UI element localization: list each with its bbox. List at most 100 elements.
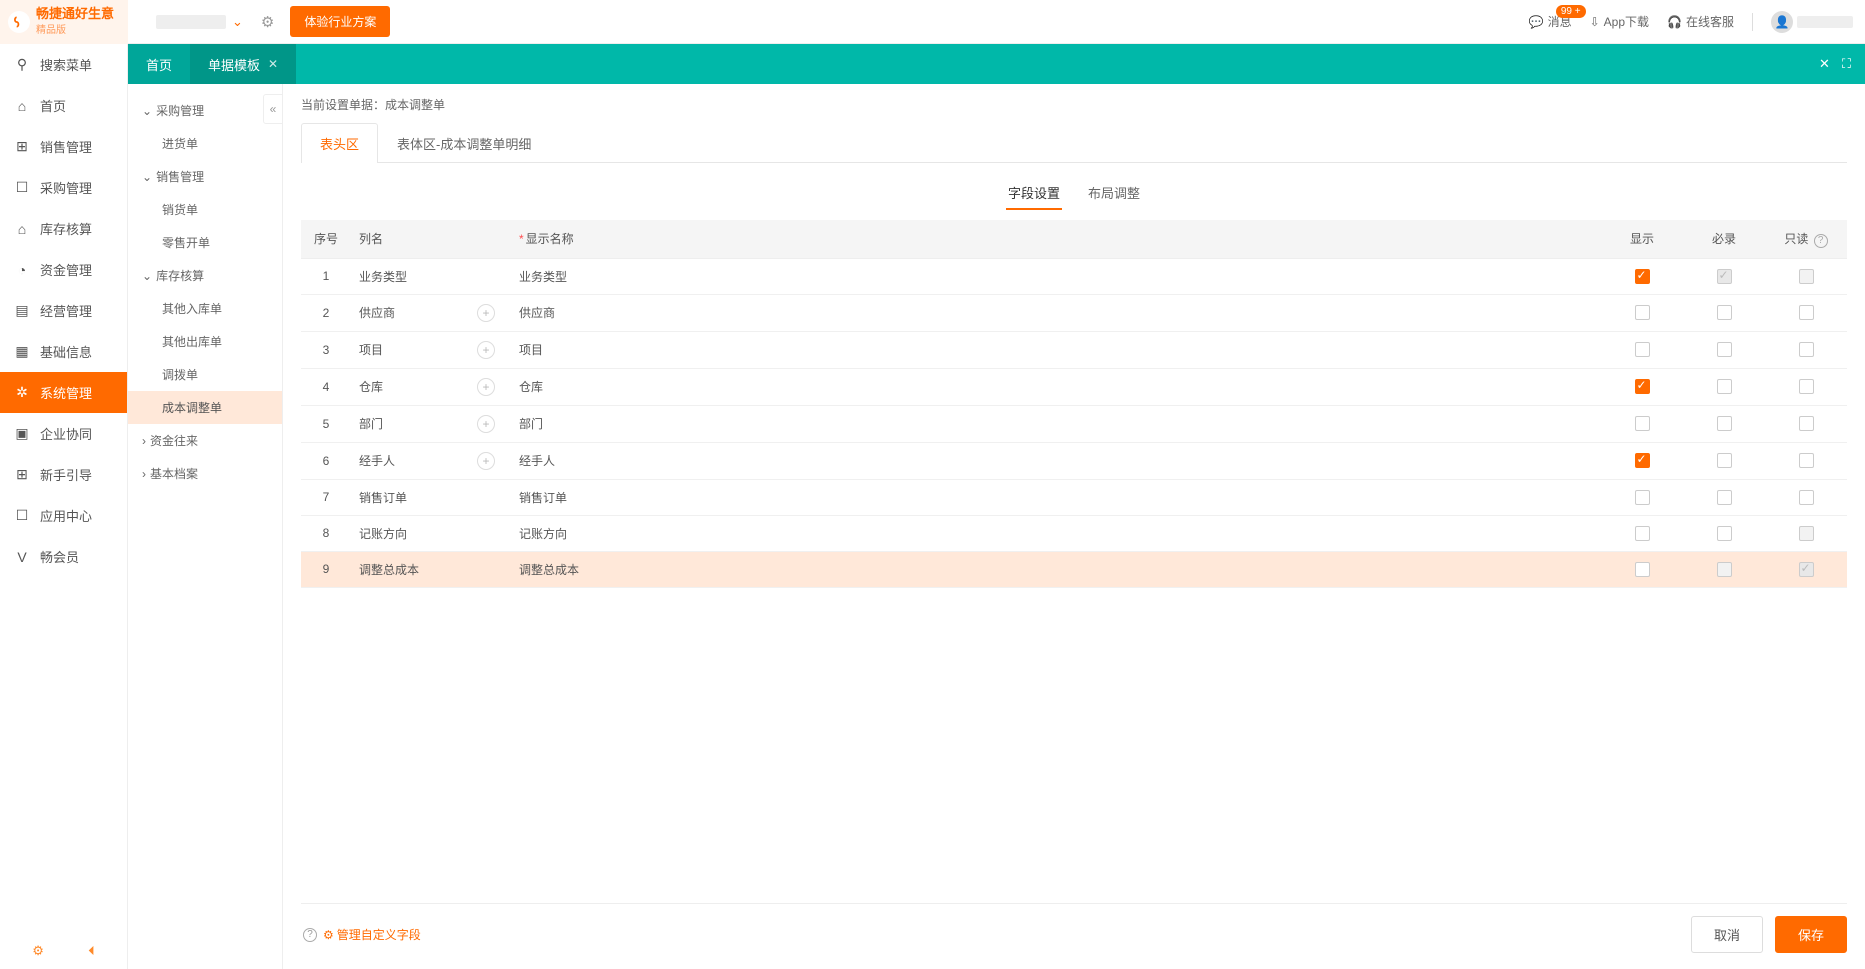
plus-icon[interactable]: + [477, 304, 495, 322]
close-icon[interactable]: ✕ [268, 57, 278, 71]
cell-display[interactable]: 记账方向 [511, 515, 1601, 551]
tab-home[interactable]: 首页 [128, 44, 190, 84]
gear-icon[interactable]: ⚙ [261, 13, 274, 31]
cancel-button[interactable]: 取消 [1691, 916, 1763, 953]
checkbox-readonly[interactable] [1799, 379, 1814, 394]
checkbox-show[interactable] [1635, 269, 1650, 284]
nav-home[interactable]: ⌂首页 [0, 85, 127, 126]
checkbox-required[interactable] [1717, 526, 1732, 541]
company-select[interactable]: ⌄ [148, 10, 251, 34]
nav-search-label: 搜索菜单 [40, 55, 92, 74]
cell-display[interactable]: 供应商 [511, 294, 1601, 331]
messages-button[interactable]: 💬 消息 99 + [1529, 13, 1572, 30]
checkbox-required[interactable] [1717, 490, 1732, 505]
app-download-button[interactable]: ⇩ App下载 [1590, 13, 1649, 30]
collapse-sub-sidebar-icon[interactable]: « [263, 94, 283, 124]
checkbox-readonly[interactable] [1799, 490, 1814, 505]
checkbox-show[interactable] [1635, 453, 1650, 468]
inner-tab[interactable]: 表头区 [301, 123, 378, 163]
checkbox-required[interactable] [1717, 416, 1732, 431]
checkbox-required[interactable] [1717, 342, 1732, 357]
nav-guide[interactable]: ⊞新手引导 [0, 454, 127, 495]
sub-group[interactable]: ⌄采购管理 [128, 94, 282, 127]
cell-display[interactable]: 经手人 [511, 442, 1601, 479]
sub-tab[interactable]: 布局调整 [1086, 177, 1142, 210]
user-menu[interactable]: 👤 [1771, 11, 1853, 33]
sub-item[interactable]: 零售开单 [128, 226, 282, 259]
nav-system-icon: ✲ [14, 384, 30, 401]
chevron-icon: ⌄ [142, 170, 152, 184]
inner-tabs: 表头区表体区-成本调整单明细 [301, 123, 1847, 163]
username-obscured [1797, 16, 1853, 28]
plus-icon[interactable]: + [477, 341, 495, 359]
cell-display[interactable]: 仓库 [511, 368, 1601, 405]
nav-collab[interactable]: ▣企业协同 [0, 413, 127, 454]
experience-industry-button[interactable]: 体验行业方案 [290, 6, 390, 37]
plus-icon[interactable]: + [477, 378, 495, 396]
close-all-icon[interactable]: ✕ [1819, 56, 1830, 72]
cell-required [1683, 515, 1765, 551]
nav-inventory[interactable]: ⌂库存核算 [0, 208, 127, 249]
cell-colname: 记账方向 [351, 515, 511, 551]
help-icon[interactable]: ? [303, 928, 317, 942]
nav-purchase[interactable]: ☐采购管理 [0, 167, 127, 208]
sub-group[interactable]: ›资金往来 [128, 424, 282, 457]
nav-system[interactable]: ✲系统管理 [0, 372, 127, 413]
checkbox-required[interactable] [1717, 379, 1732, 394]
cell-display[interactable]: 项目 [511, 331, 1601, 368]
checkbox-show[interactable] [1635, 379, 1650, 394]
chat-icon: 💬 [1529, 15, 1544, 29]
checkbox-show[interactable] [1635, 562, 1650, 577]
sub-item[interactable]: 其他出库单 [128, 325, 282, 358]
plus-icon[interactable]: + [477, 415, 495, 433]
checkbox-show[interactable] [1635, 416, 1650, 431]
cell-required [1683, 294, 1765, 331]
sub-tab[interactable]: 字段设置 [1006, 177, 1062, 210]
manage-custom-fields-link[interactable]: ⚙ 管理自定义字段 [323, 926, 421, 943]
table-row: 7 销售订单 销售订单 [301, 479, 1847, 515]
sub-sidebar: « ⌄采购管理进货单⌄销售管理销货单零售开单⌄库存核算其他入库单其他出库单调拨单… [128, 84, 283, 969]
nav-search[interactable]: ⚲搜索菜单 [0, 44, 127, 85]
checkbox-readonly[interactable] [1799, 342, 1814, 357]
online-service-button[interactable]: 🎧 在线客服 [1667, 13, 1734, 30]
nav-member[interactable]: V畅会员 [0, 536, 127, 577]
checkbox-readonly[interactable] [1799, 416, 1814, 431]
checkbox-show[interactable] [1635, 490, 1650, 505]
inner-tab[interactable]: 表体区-成本调整单明细 [378, 123, 550, 163]
nav-apps[interactable]: ☐应用中心 [0, 495, 127, 536]
sub-tabs: 字段设置布局调整 [301, 177, 1847, 210]
settings-icon[interactable]: ⚙ [32, 943, 44, 959]
nav-funds[interactable]: ◔资金管理 [0, 249, 127, 290]
cell-display[interactable]: 销售订单 [511, 479, 1601, 515]
checkbox-readonly[interactable] [1799, 453, 1814, 468]
nav-business[interactable]: ▤经营管理 [0, 290, 127, 331]
checkbox-required[interactable] [1717, 305, 1732, 320]
cell-seq: 7 [301, 479, 351, 515]
checkbox-show[interactable] [1635, 526, 1650, 541]
sub-item[interactable]: 调拨单 [128, 358, 282, 391]
nav-sales[interactable]: ⊞销售管理 [0, 126, 127, 167]
sub-item[interactable]: 成本调整单 [128, 391, 282, 424]
sub-group[interactable]: ›基本档案 [128, 457, 282, 490]
sub-item[interactable]: 其他入库单 [128, 292, 282, 325]
save-button[interactable]: 保存 [1775, 916, 1847, 953]
checkbox-show[interactable] [1635, 342, 1650, 357]
cell-display[interactable]: 业务类型 [511, 258, 1601, 294]
tab-template[interactable]: 单据模板 ✕ [190, 44, 296, 84]
cell-display[interactable]: 部门 [511, 405, 1601, 442]
checkbox-required[interactable] [1717, 453, 1732, 468]
nav-basic[interactable]: ▦基础信息 [0, 331, 127, 372]
collapse-nav-icon[interactable]: ⏴ [88, 943, 95, 959]
cell-display[interactable]: 调整总成本 [511, 551, 1601, 587]
sub-group[interactable]: ⌄库存核算 [128, 259, 282, 292]
tab-bar: 首页 单据模板 ✕ ✕ ⛶ [128, 44, 1865, 84]
headset-icon: 🎧 [1667, 15, 1682, 29]
sub-group[interactable]: ⌄销售管理 [128, 160, 282, 193]
checkbox-show[interactable] [1635, 305, 1650, 320]
sub-item[interactable]: 销货单 [128, 193, 282, 226]
help-icon[interactable]: ? [1814, 234, 1828, 248]
fullscreen-icon[interactable]: ⛶ [1842, 56, 1851, 72]
checkbox-readonly[interactable] [1799, 305, 1814, 320]
sub-item[interactable]: 进货单 [128, 127, 282, 160]
plus-icon[interactable]: + [477, 452, 495, 470]
